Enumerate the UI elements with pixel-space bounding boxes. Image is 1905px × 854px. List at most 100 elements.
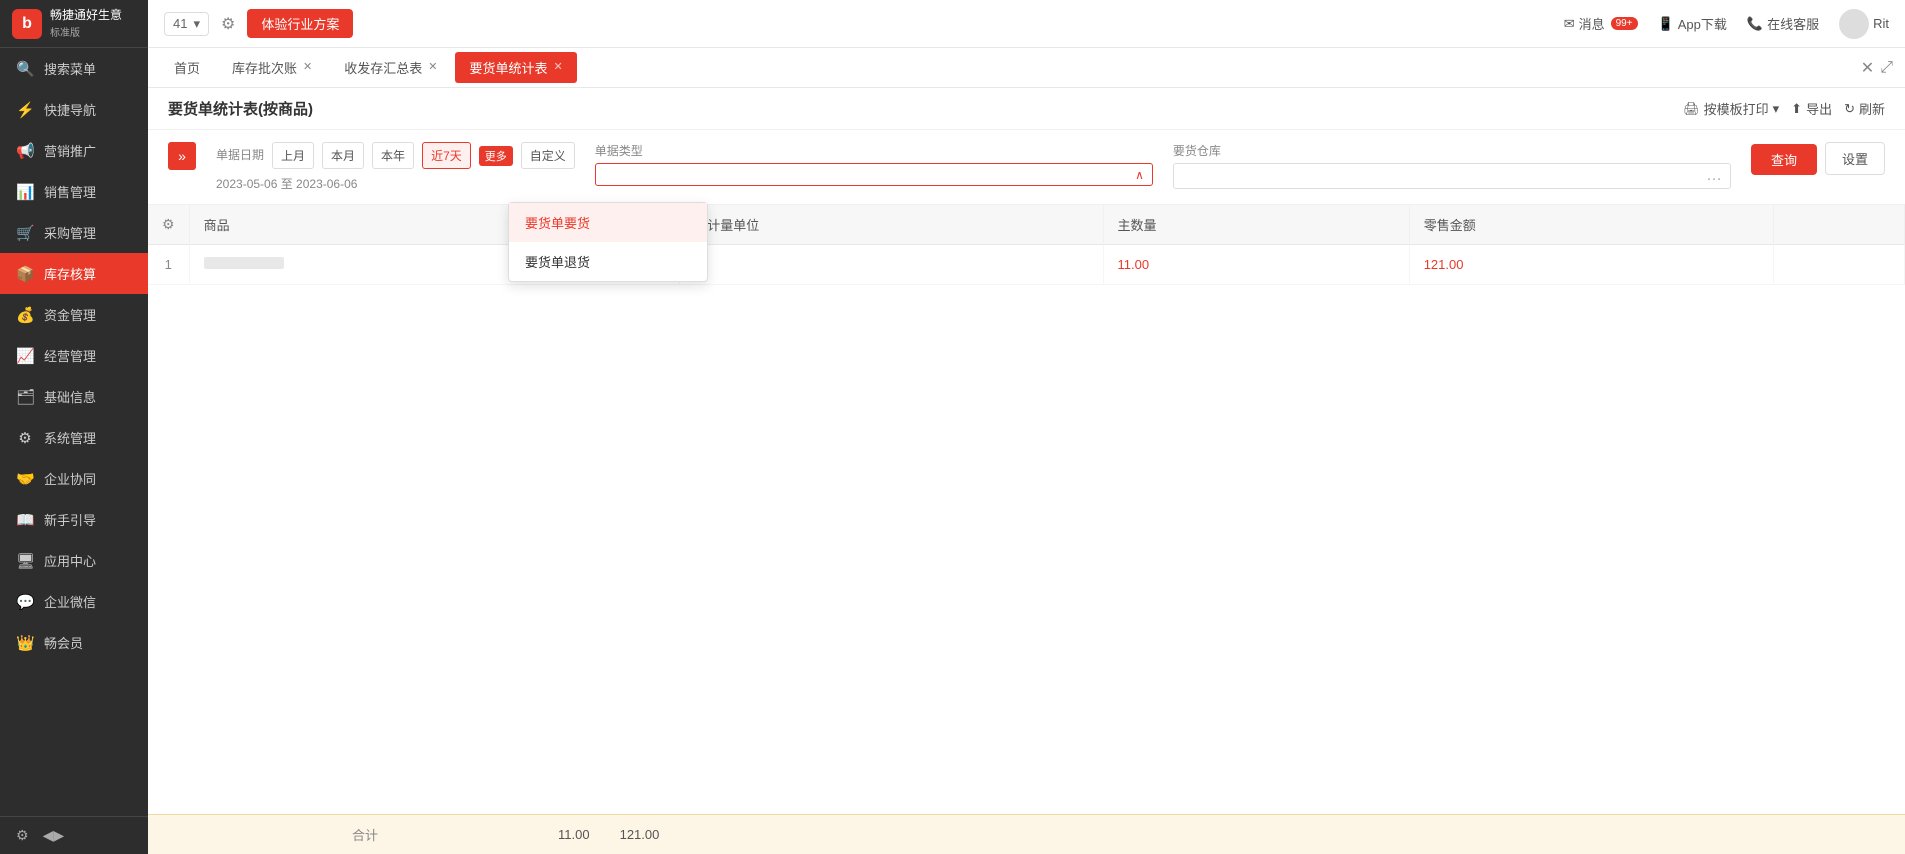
sidebar-item-inventory[interactable]: 📦 库存核算 [0,253,148,294]
sidebar-item-finance[interactable]: 💰 资金管理 [0,294,148,335]
tab-expand-icon[interactable]: ⤢ [1880,59,1893,77]
app-download-item[interactable]: 📱 App下载 [1658,14,1727,33]
sidebar-item-basicinfo[interactable]: 🗂 基础信息 [0,376,148,417]
tab-order-stat[interactable]: 要货单统计表 ✕ [455,52,576,83]
tab-home[interactable]: 首页 [160,52,214,83]
export-icon: ⬆ [1791,101,1802,117]
warehouse-filter-group: 要货仓库 … [1173,142,1731,189]
sidebar-item-quicknav[interactable]: ⚡ 快捷导航 [0,89,148,130]
dropdown-item-1[interactable]: 要货单退货 [509,242,707,281]
topbar-settings-icon[interactable]: ⚙ [221,14,235,34]
user-name: Rit [1873,16,1889,31]
type-arrow-icon[interactable]: ∧ [1135,168,1144,182]
sidebar-item-marketing[interactable]: 📢 营销推广 [0,130,148,171]
sidebar-item-member[interactable]: 👑 畅会员 [0,622,148,663]
sidebar-item-sales[interactable]: 📊 销售管理 [0,171,148,212]
collapse-icon[interactable]: ◀▶ [43,827,65,844]
tab-summary[interactable]: 收发存汇总表 ✕ [330,52,451,83]
filter-bar: » 单据日期 上月 本月 本年 近7天 更多 自定义 2023-05-06 至 … [148,130,1905,205]
tab-stock-batch[interactable]: 库存批次账 ✕ [218,52,326,83]
sidebar-item-appcenter[interactable]: 🖥 应用中心 [0,540,148,581]
date-btn-lastmonth[interactable]: 上月 [272,142,314,169]
refresh-icon: ↻ [1844,101,1855,117]
tab-close-icon[interactable]: ✕ [428,62,437,73]
message-label: 消息 [1579,14,1605,33]
row-index: 1 [148,245,189,285]
page-title: 要货单统计表(按商品) [168,98,313,119]
sidebar-item-wechat[interactable]: 💬 企业微信 [0,581,148,622]
table-settings-icon[interactable]: ⚙ [162,216,175,232]
data-table: ⚙ 商品 主计量单位 主数量 零售金额 1 块 [148,205,1905,285]
sidebar-item-system[interactable]: ⚙ 系统管理 [0,417,148,458]
sidebar-item-label: 系统管理 [44,428,96,447]
sidebar: b 畅捷通好生意 标准版 🔍 搜索菜单 ⚡ 快捷导航 📢 营销推广 📊 销售管理… [0,0,148,854]
footer-quantity: 11.00 [558,827,590,842]
user-item[interactable]: Rit [1839,9,1889,39]
export-label: 导出 [1806,99,1832,118]
filter-settings-button[interactable]: 设置 [1825,142,1885,175]
date-buttons-row: 单据日期 上月 本月 本年 近7天 更多 自定义 [216,142,575,169]
date-btn-custom[interactable]: 自定义 [521,142,575,169]
sidebar-item-label: 资金管理 [44,305,96,324]
wechat-icon: 💬 [16,593,34,611]
app-download-icon: 📱 [1658,16,1674,32]
refresh-label: 刷新 [1859,99,1885,118]
main-area: 41 ▾ ⚙ 体验行业方案 ✉ 消息 99+ 📱 App下载 📞 在线客服 Ri… [148,0,1905,854]
sidebar-item-search[interactable]: 🔍 搜索菜单 [0,48,148,89]
settings-footer-icon[interactable]: ⚙ [16,827,29,844]
warehouse-input[interactable] [1182,169,1706,184]
avatar [1839,9,1869,39]
footer-amount: 121.00 [620,827,660,842]
print-dropdown-icon: ▾ [1773,101,1780,117]
sidebar-item-purchase[interactable]: 🛒 采购管理 [0,212,148,253]
message-item[interactable]: ✉ 消息 99+ [1564,14,1638,33]
topbar-right: ✉ 消息 99+ 📱 App下载 📞 在线客服 Rit [1564,9,1889,39]
system-icon: ⚙ [16,429,34,447]
quicknav-icon: ⚡ [16,101,34,119]
inventory-icon: 📦 [16,265,34,283]
table-footer: 合计 11.00 121.00 [148,814,1905,854]
store-selector[interactable]: 41 ▾ [164,12,209,36]
type-filter-group: 单据类型 ∧ [595,142,1153,186]
refresh-action[interactable]: ↻ 刷新 [1844,99,1885,118]
sidebar-item-enterprise[interactable]: 🤝 企业协同 [0,458,148,499]
tab-close-icon[interactable]: ✕ [303,62,312,73]
date-more-button[interactable]: 更多 [479,146,513,166]
type-filter-label: 单据类型 [595,142,1153,159]
date-btn-thisyear[interactable]: 本年 [372,142,414,169]
warehouse-input-row[interactable]: … [1173,163,1731,189]
query-button[interactable]: 查询 [1751,144,1817,175]
tab-close-all-icon[interactable]: ✕ [1861,58,1874,78]
sidebar-item-guide[interactable]: 📖 新手引导 [0,499,148,540]
warehouse-dots-icon[interactable]: … [1706,167,1722,185]
content-area: 要货单统计表(按商品) 🖨 按模板打印 ▾ ⬆ 导出 ↻ 刷新 [148,88,1905,854]
tab-label: 库存批次账 [232,58,297,77]
filter-toggle-icon: » [178,148,186,164]
type-input-row[interactable]: ∧ [595,163,1153,186]
tab-close-icon[interactable]: ✕ [554,62,563,73]
message-icon: ✉ [1564,16,1575,32]
sidebar-item-label: 应用中心 [44,551,96,570]
logo-icon: b [12,9,42,39]
warehouse-filter-label: 要货仓库 [1173,142,1731,159]
sidebar-item-operation[interactable]: 📈 经营管理 [0,335,148,376]
filter-toggle-button[interactable]: » [168,142,196,170]
sidebar-logo: b 畅捷通好生意 标准版 [0,0,148,48]
footer-label: 合计 [352,825,378,844]
type-input[interactable] [604,167,1135,182]
sidebar-item-label: 营销推广 [44,141,96,160]
table-wrap: ⚙ 商品 主计量单位 主数量 零售金额 1 块 [148,205,1905,814]
page-title-bar: 要货单统计表(按商品) 🖨 按模板打印 ▾ ⬆ 导出 ↻ 刷新 [148,88,1905,130]
date-btn-7days[interactable]: 近7天 [422,142,471,169]
promo-button[interactable]: 体验行业方案 [247,9,353,38]
export-action[interactable]: ⬆ 导出 [1791,99,1832,118]
print-action[interactable]: 🖨 按模板打印 ▾ [1683,99,1779,118]
sidebar-item-label: 搜索菜单 [44,59,96,78]
service-item[interactable]: 📞 在线客服 [1747,14,1819,33]
tab-home-label: 首页 [174,58,200,77]
member-icon: 👑 [16,634,34,652]
dropdown-item-0[interactable]: 要货单要货 [509,203,707,242]
purchase-icon: 🛒 [16,224,34,242]
enterprise-icon: 🤝 [16,470,34,488]
date-btn-thismonth[interactable]: 本月 [322,142,364,169]
